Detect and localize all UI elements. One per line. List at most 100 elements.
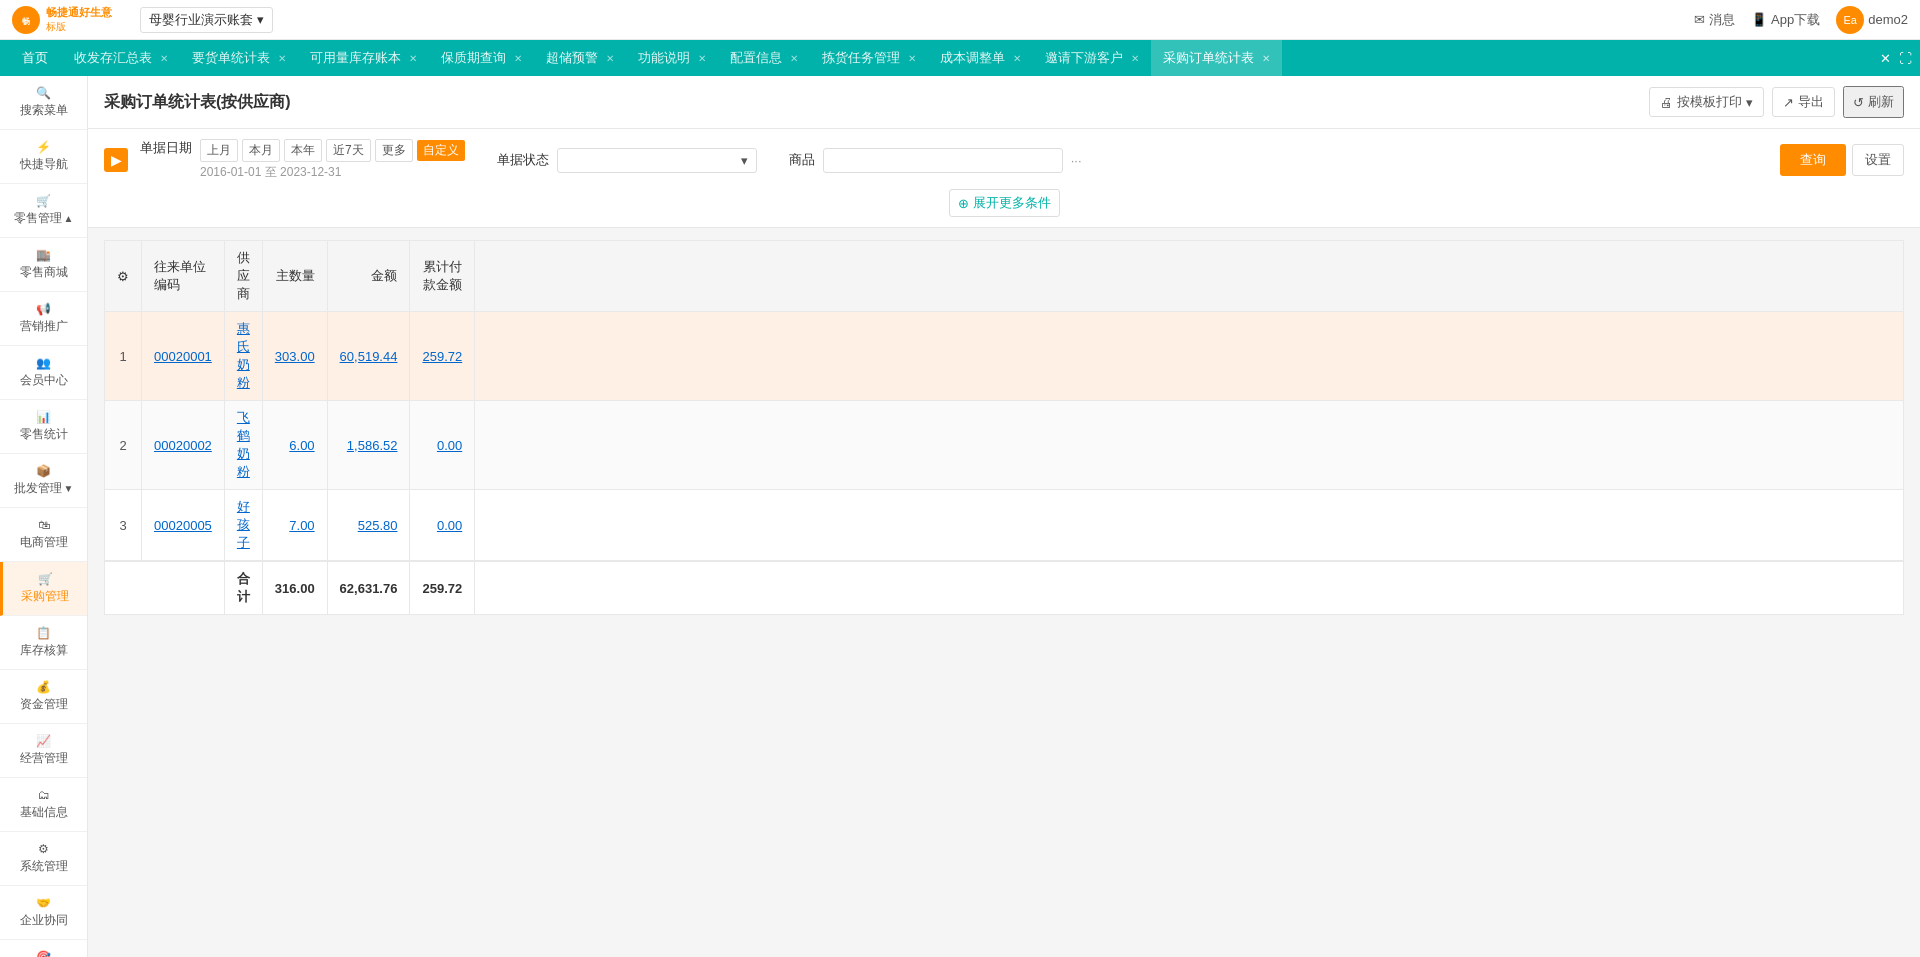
- query-button[interactable]: 查询: [1780, 144, 1846, 176]
- row-quantity[interactable]: 303.00: [262, 312, 327, 401]
- message-button[interactable]: ✉ 消息: [1694, 11, 1735, 29]
- expand-label: 展开更多条件: [973, 194, 1051, 212]
- table-header: ⚙ 往来单位编码 供应商 主数量 金额 累计付款金额: [105, 241, 1904, 312]
- expand-more-button[interactable]: ⊕ 展开更多条件: [949, 189, 1060, 217]
- code-link[interactable]: 00020001: [154, 349, 212, 364]
- row-paid[interactable]: 259.72: [410, 312, 475, 401]
- table-settings-icon[interactable]: ⚙: [117, 269, 129, 284]
- date-custom-badge[interactable]: 自定义: [417, 140, 465, 161]
- nav-tab-yaoqingxiayou[interactable]: 邀请下游客户 ✕: [1033, 40, 1151, 76]
- refresh-button[interactable]: ↺ 刷新: [1843, 86, 1904, 118]
- print-button[interactable]: 🖨 按模板打印 ▾: [1649, 87, 1764, 117]
- sidebar-item-system[interactable]: ⚙ 系统管理: [0, 832, 87, 886]
- tab-close-icon[interactable]: ✕: [1013, 53, 1021, 64]
- sidebar-item-retail-stats[interactable]: 📊 零售统计: [0, 400, 87, 454]
- code-link[interactable]: 00020005: [154, 518, 212, 533]
- sidebar-item-search[interactable]: 🔍 搜索菜单: [0, 76, 87, 130]
- settings-button[interactable]: 设置: [1852, 144, 1904, 176]
- row-quantity[interactable]: 7.00: [262, 490, 327, 562]
- sidebar-item-operations[interactable]: 📈 经营管理: [0, 724, 87, 778]
- column-settings[interactable]: ⚙: [105, 241, 142, 312]
- sidebar-item-enterprise-coop[interactable]: 🤝 企业协同: [0, 886, 87, 940]
- filter-toggle-button[interactable]: ▶: [104, 148, 128, 172]
- table-row: 2 00020002 飞鹤奶粉 6.00 1,586.52 0.00: [105, 401, 1904, 490]
- sidebar-item-shortcuts[interactable]: ⚡ 快捷导航: [0, 130, 87, 184]
- row-amount[interactable]: 525.80: [327, 490, 410, 562]
- tab-label: 可用量库存账本: [310, 49, 401, 67]
- nav-tab-gongnengshuo[interactable]: 功能说明 ✕: [626, 40, 718, 76]
- sidebar-item-newbie[interactable]: 🎯 新手引导: [0, 940, 87, 957]
- nav-tab-chengbentiaoz[interactable]: 成本调整单 ✕: [928, 40, 1033, 76]
- supplier-link[interactable]: 好孩子: [237, 499, 250, 550]
- tab-close-icon[interactable]: ✕: [514, 53, 522, 64]
- nav-tab-shoufazhui[interactable]: 收发存汇总表 ✕: [62, 40, 180, 76]
- chevron-down-icon: ▾: [257, 12, 264, 27]
- row-supplier: 惠氏奶粉: [224, 312, 262, 401]
- page-actions: 🖨 按模板打印 ▾ ↗ 导出 ↺ 刷新: [1649, 86, 1904, 118]
- app-download-button[interactable]: 📱 App下载: [1751, 11, 1820, 29]
- tab-label: 收发存汇总表: [74, 49, 152, 67]
- tab-close-icon[interactable]: ✕: [1262, 53, 1270, 64]
- expand-icon: ⊕: [958, 196, 969, 211]
- sidebar-item-membership[interactable]: 👥 会员中心: [0, 346, 87, 400]
- workspace-selector[interactable]: 母婴行业演示账套 ▾: [140, 7, 273, 33]
- print-label: 按模板打印: [1677, 93, 1742, 111]
- chevron-up-icon: ▲: [64, 213, 74, 224]
- filter-area: ▶ 单据日期 上月 本月 本年 近7天 更多 自定义 2016-01-01 至: [88, 129, 1920, 228]
- table-footer: 合计 316.00 62,631.76 259.72: [105, 561, 1904, 615]
- filter-row: ▶ 单据日期 上月 本月 本年 近7天 更多 自定义 2016-01-01 至: [104, 139, 1904, 181]
- row-paid[interactable]: 0.00: [410, 490, 475, 562]
- arrow-right-icon: ▶: [111, 152, 122, 168]
- sidebar-item-retail[interactable]: 🛒 零售管理 ▲: [0, 184, 87, 238]
- date-last-7-days-button[interactable]: 近7天: [326, 139, 371, 162]
- sidebar-item-marketing[interactable]: 📢 营销推广: [0, 292, 87, 346]
- row-quantity[interactable]: 6.00: [262, 401, 327, 490]
- sidebar-item-inventory[interactable]: 📋 库存核算: [0, 616, 87, 670]
- nav-tab-peizhixinxi[interactable]: 配置信息 ✕: [718, 40, 810, 76]
- nav-tab-paihuorenwu[interactable]: 拣货任务管理 ✕: [810, 40, 928, 76]
- nav-tab-yaohuodantong[interactable]: 要货单统计表 ✕: [180, 40, 298, 76]
- supplier-link[interactable]: 惠氏奶粉: [237, 321, 250, 390]
- more-options-icon[interactable]: ···: [1071, 153, 1082, 168]
- tab-close-icon[interactable]: ✕: [790, 53, 798, 64]
- goods-filter-label: 商品: [789, 151, 815, 169]
- tab-label: 功能说明: [638, 49, 690, 67]
- export-button[interactable]: ↗ 导出: [1772, 87, 1835, 117]
- sidebar-item-finance[interactable]: 💰 资金管理: [0, 670, 87, 724]
- row-amount[interactable]: 60,519.44: [327, 312, 410, 401]
- tab-close-icon[interactable]: ✕: [908, 53, 916, 64]
- goods-input[interactable]: [823, 148, 1063, 173]
- purchase-icon: 🛒: [3, 572, 87, 586]
- tab-close-icon[interactable]: ✕: [1131, 53, 1139, 64]
- row-amount[interactable]: 1,586.52: [327, 401, 410, 490]
- sidebar-item-retail-mall[interactable]: 🏬 零售商城: [0, 238, 87, 292]
- nav-home-tab[interactable]: 首页: [8, 40, 62, 76]
- row-paid[interactable]: 0.00: [410, 401, 475, 490]
- sidebar-item-wholesale[interactable]: 📦 批发管理 ▼: [0, 454, 87, 508]
- tab-close-icon[interactable]: ✕: [409, 53, 417, 64]
- sidebar-label: 经营管理: [0, 750, 87, 767]
- tab-close-icon[interactable]: ✕: [278, 53, 286, 64]
- fullscreen-icon[interactable]: ⛶: [1899, 51, 1912, 66]
- user-profile[interactable]: Ea demo2: [1836, 6, 1908, 34]
- date-this-month-button[interactable]: 本月: [242, 139, 280, 162]
- nav-tab-keyongliangkucun[interactable]: 可用量库存账本 ✕: [298, 40, 429, 76]
- nav-tab-caigoudantong[interactable]: 采购订单统计表 ✕: [1151, 40, 1282, 76]
- sidebar-item-ecommerce[interactable]: 🛍 电商管理: [0, 508, 87, 562]
- status-select[interactable]: ▾: [557, 148, 757, 173]
- supplier-link[interactable]: 飞鹤奶粉: [237, 410, 250, 479]
- row-extra: [475, 312, 1904, 401]
- tab-close-icon[interactable]: ✕: [698, 53, 706, 64]
- date-more-button[interactable]: 更多: [375, 139, 413, 162]
- nav-tab-baozhiqi[interactable]: 保质期查询 ✕: [429, 40, 534, 76]
- tab-close-icon[interactable]: ✕: [160, 53, 168, 64]
- sidebar-item-purchase[interactable]: 🛒 采购管理: [0, 562, 87, 616]
- date-this-year-button[interactable]: 本年: [284, 139, 322, 162]
- close-window-icon[interactable]: ✕: [1880, 51, 1891, 66]
- date-last-month-button[interactable]: 上月: [200, 139, 238, 162]
- tab-close-icon[interactable]: ✕: [606, 53, 614, 64]
- sidebar-item-basics[interactable]: 🗂 基础信息: [0, 778, 87, 832]
- code-link[interactable]: 00020002: [154, 438, 212, 453]
- nav-tab-chaochuyujing[interactable]: 超储预警 ✕: [534, 40, 626, 76]
- sidebar-label: 快捷导航: [0, 156, 87, 173]
